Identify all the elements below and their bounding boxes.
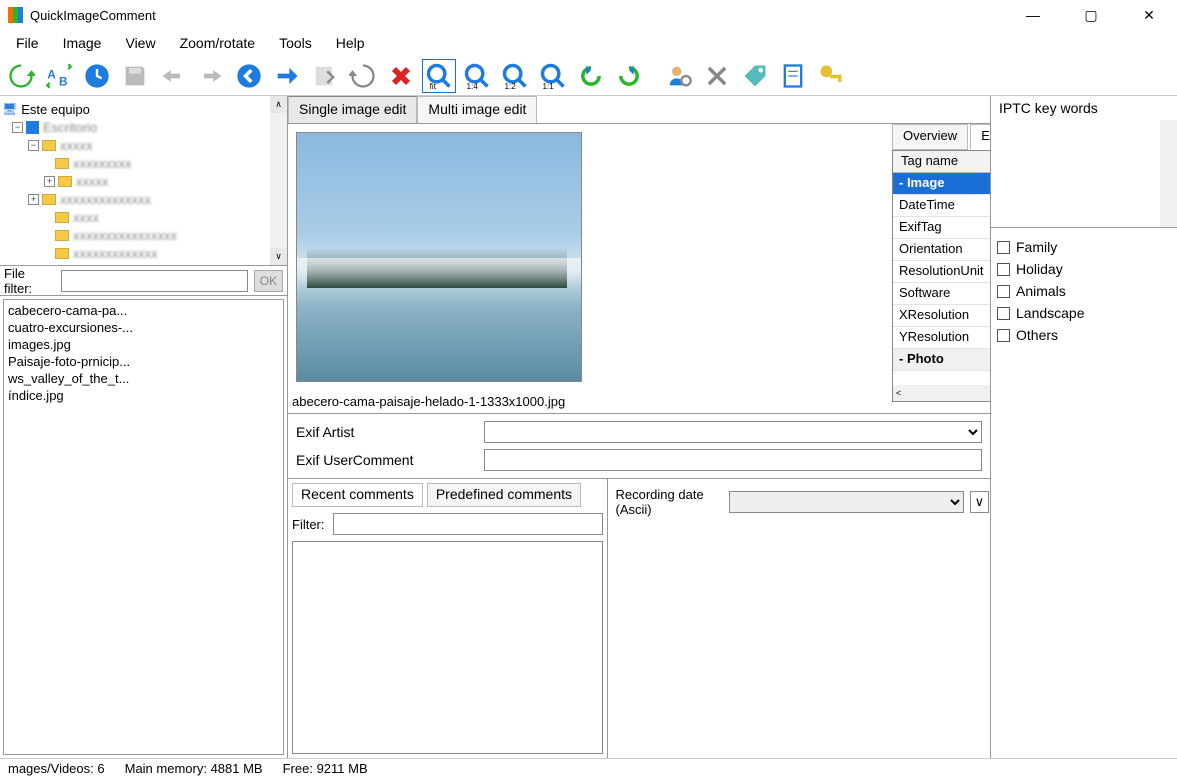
table-row[interactable]: YResolution72 [72/1] xyxy=(893,327,991,349)
list-item[interactable]: Paisaje-foto-prnicip... xyxy=(6,353,281,370)
image-preview xyxy=(296,132,582,382)
svg-text:A: A xyxy=(47,68,56,81)
current-filename: abecero-cama-paisaje-helado-1-1333x1000.… xyxy=(292,394,565,409)
forward-icon[interactable] xyxy=(270,59,304,93)
menu-image[interactable]: Image xyxy=(51,31,114,55)
delete-icon[interactable] xyxy=(384,59,418,93)
status-free: Free: 9211 MB xyxy=(283,761,368,776)
svg-text:1:2: 1:2 xyxy=(505,81,517,89)
menu-zoom-rotate[interactable]: Zoom/rotate xyxy=(168,31,267,55)
tab-overview[interactable]: Overview xyxy=(892,124,968,150)
table-row[interactable]: SoftwareAdobe Photoshop CC 2019 (Windo xyxy=(893,283,991,305)
recording-date-more-button[interactable]: ∨ xyxy=(970,491,989,513)
rotate-icon[interactable] xyxy=(346,59,380,93)
zoom-1-1-icon[interactable]: 1:1 xyxy=(536,59,570,93)
file-list[interactable]: cabecero-cama-pa... cuatro-excursiones-.… xyxy=(3,299,284,755)
tab-recent-comments[interactable]: Recent comments xyxy=(292,483,423,507)
rotate-left-icon[interactable] xyxy=(574,59,608,93)
clock-icon[interactable] xyxy=(80,59,114,93)
folder-tree[interactable]: ∧∨ 🖥Este equipo −Escritorio −xxxxx xxxxx… xyxy=(0,96,287,266)
metadata-scrollbar-h[interactable]: <> xyxy=(893,385,991,401)
exif-artist-select[interactable] xyxy=(484,421,982,443)
close-button[interactable]: ✕ xyxy=(1129,7,1169,24)
metadata-table: Tag nameValue - ImageDateTime2019-04-09T… xyxy=(892,150,991,402)
tree-root[interactable]: Este equipo xyxy=(21,102,90,117)
exif-usercomment-label: Exif UserComment xyxy=(296,452,476,468)
table-row[interactable]: - Image xyxy=(893,173,991,195)
refresh-icon[interactable] xyxy=(4,59,38,93)
menu-view[interactable]: View xyxy=(113,31,167,55)
back-icon[interactable] xyxy=(232,59,266,93)
file-filter-input[interactable] xyxy=(61,270,248,292)
document-icon[interactable] xyxy=(776,59,810,93)
list-item[interactable]: índice.jpg xyxy=(6,387,281,404)
status-bar: mages/Videos: 6 Main memory: 4881 MB Fre… xyxy=(0,758,1177,778)
maximize-button[interactable]: ▢ xyxy=(1071,7,1111,24)
checkbox-holiday[interactable] xyxy=(997,263,1010,276)
rotate-right-icon[interactable] xyxy=(612,59,646,93)
menu-help[interactable]: Help xyxy=(324,31,377,55)
tree-scrollbar[interactable]: ∧∨ xyxy=(270,96,287,265)
table-row[interactable]: Orientationtop, left (-/-) [1] xyxy=(893,239,991,261)
list-item[interactable]: cabecero-cama-pa... xyxy=(6,302,281,319)
list-item[interactable]: ws_valley_of_the_t... xyxy=(6,370,281,387)
checkbox-landscape[interactable] xyxy=(997,307,1010,320)
svg-text:fit: fit xyxy=(430,81,437,89)
comments-textarea[interactable] xyxy=(292,541,603,754)
menu-bar: File Image View Zoom/rotate Tools Help xyxy=(0,30,1177,56)
tag-icon[interactable] xyxy=(738,59,772,93)
table-row[interactable]: ExifTag174 xyxy=(893,217,991,239)
toolbar: AB fit 1:4 1:2 1:1 xyxy=(0,56,1177,96)
zoom-fit-icon[interactable]: fit xyxy=(422,59,456,93)
list-item[interactable]: images.jpg xyxy=(6,336,281,353)
export-icon[interactable] xyxy=(308,59,342,93)
svg-text:1:4: 1:4 xyxy=(467,81,479,89)
tools-icon[interactable] xyxy=(700,59,734,93)
zoom-1-2-icon[interactable]: 1:2 xyxy=(498,59,532,93)
menu-file[interactable]: File xyxy=(4,31,51,55)
checkbox-others[interactable] xyxy=(997,329,1010,342)
file-filter-label: File filter: xyxy=(4,266,55,296)
tab-single-edit[interactable]: Single image edit xyxy=(288,96,417,123)
svg-text:B: B xyxy=(59,75,67,88)
keywords-scrollbar[interactable] xyxy=(1160,120,1177,227)
checkbox-family[interactable] xyxy=(997,241,1010,254)
minimize-button[interactable]: — xyxy=(1013,7,1053,24)
app-title: QuickImageComment xyxy=(30,8,1013,23)
zoom-1-4-icon[interactable]: 1:4 xyxy=(460,59,494,93)
checkbox-animals[interactable] xyxy=(997,285,1010,298)
table-row[interactable]: - Photo xyxy=(893,349,991,371)
comment-filter-label: Filter: xyxy=(292,517,325,532)
tab-predefined-comments[interactable]: Predefined comments xyxy=(427,483,581,507)
redo-icon[interactable] xyxy=(194,59,228,93)
key-icon[interactable] xyxy=(814,59,848,93)
exif-usercomment-input[interactable] xyxy=(484,449,982,471)
ab-convert-icon[interactable]: AB xyxy=(42,59,76,93)
svg-text:1:1: 1:1 xyxy=(543,81,555,89)
keyword-list: Family Holiday Animals Landscape Others xyxy=(991,228,1177,758)
undo-icon[interactable] xyxy=(156,59,190,93)
app-icon xyxy=(8,7,24,23)
table-row[interactable]: DateTime2019-04-09T16:01:54+02:00 xyxy=(893,195,991,217)
tab-multi-edit[interactable]: Multi image edit xyxy=(417,96,537,123)
user-settings-icon[interactable] xyxy=(662,59,696,93)
save-icon[interactable] xyxy=(118,59,152,93)
file-filter-ok[interactable]: OK xyxy=(254,270,283,292)
menu-tools[interactable]: Tools xyxy=(267,31,324,55)
status-memory: Main memory: 4881 MB xyxy=(125,761,263,776)
status-count: mages/Videos: 6 xyxy=(8,761,105,776)
recording-date-select[interactable] xyxy=(729,491,964,513)
exif-artist-label: Exif Artist xyxy=(296,424,476,440)
table-row[interactable]: XResolution72 [72/1] xyxy=(893,305,991,327)
recording-date-label: Recording date (Ascii) xyxy=(616,487,723,517)
iptc-keywords-title: IPTC key words xyxy=(991,96,1177,120)
tab-exif[interactable]: Exif xyxy=(970,124,991,150)
table-row[interactable]: ResolutionUnitinch [2] xyxy=(893,261,991,283)
comment-filter-input[interactable] xyxy=(333,513,603,535)
list-item[interactable]: cuatro-excursiones-... xyxy=(6,319,281,336)
